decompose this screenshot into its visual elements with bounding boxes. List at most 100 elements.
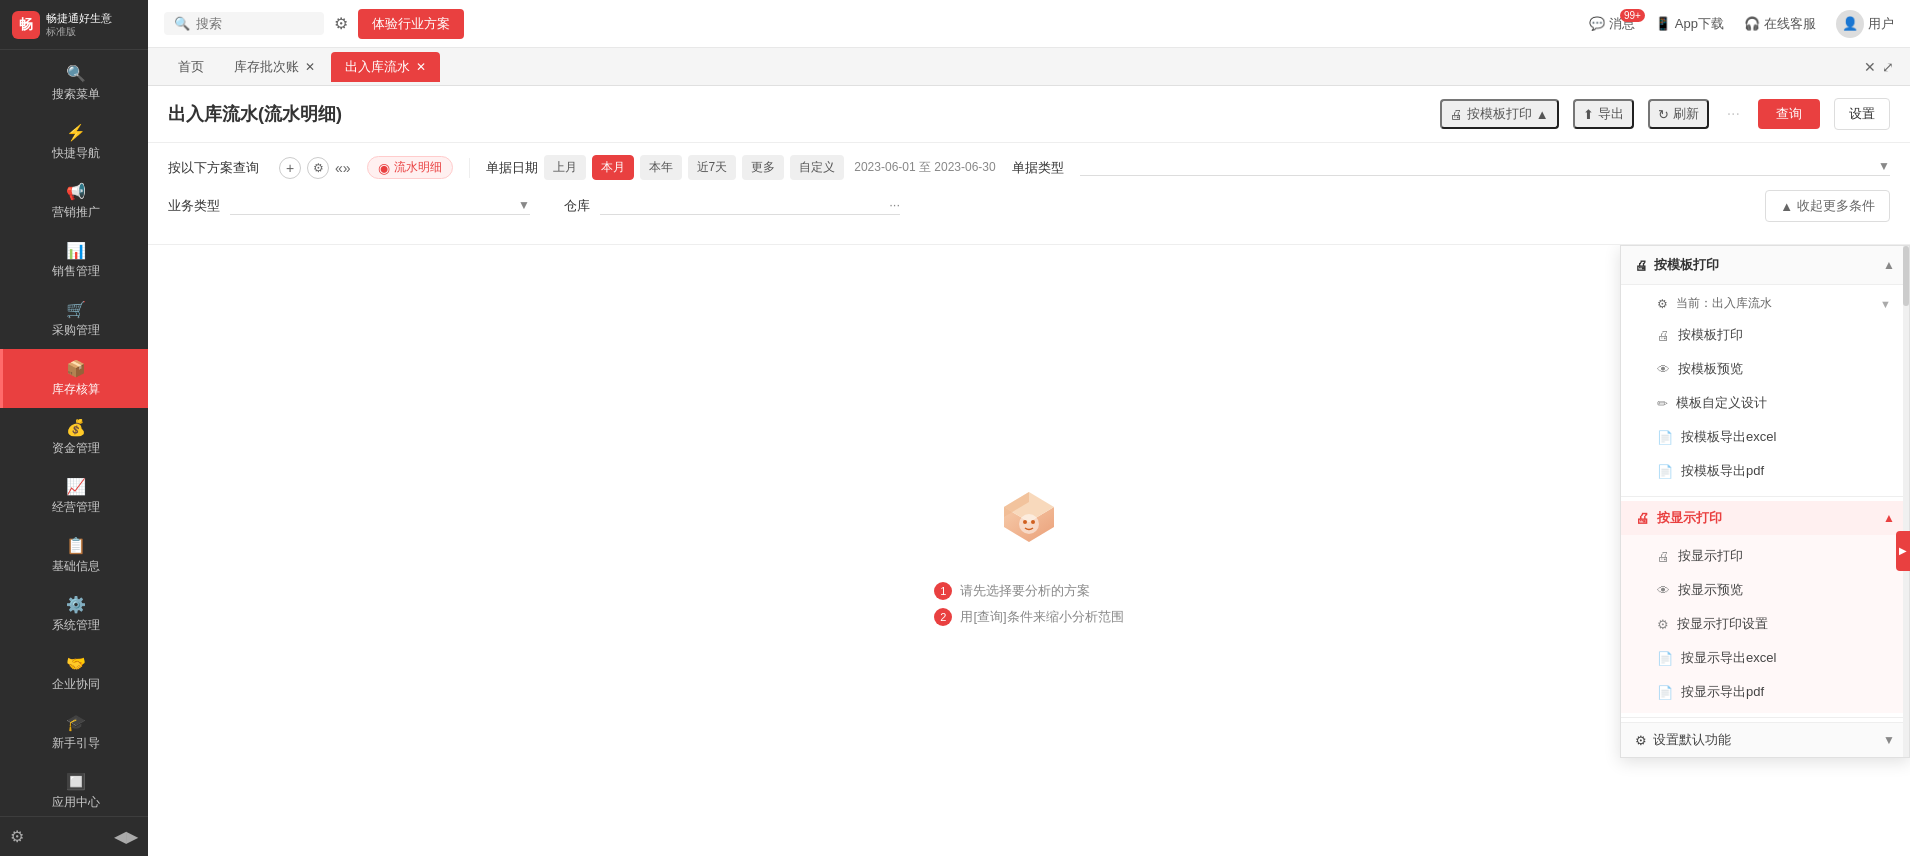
template-pdf-icon: 📄	[1657, 464, 1673, 479]
svg-point-5	[1031, 520, 1035, 524]
date-filter: 单据日期 上月 本月 本年 近7天 更多 自定义 2023-06-01 至 20…	[486, 155, 996, 180]
date-buttons: 单据日期 上月 本月 本年 近7天 更多 自定义 2023-06-01 至 20…	[486, 155, 996, 180]
query-button[interactable]: 查询	[1758, 99, 1820, 129]
dropdown-display-print-settings[interactable]: ⚙ 按显示打印设置	[1621, 607, 1909, 641]
print-template-button[interactable]: 🖨 按模板打印 ▲	[1440, 99, 1559, 129]
search-input[interactable]	[196, 16, 296, 31]
dropdown-template-print[interactable]: 🖨 按模板打印	[1621, 318, 1909, 352]
filter-settings-button[interactable]: ⚙	[307, 157, 329, 179]
tab-close-all-icon[interactable]: ✕	[1864, 59, 1876, 75]
dropdown-template-export-pdf[interactable]: 📄 按模板导出pdf	[1621, 454, 1909, 488]
guide-icon: 🎓	[66, 713, 86, 732]
empty-step-1: 1 请先选择要分析的方案	[934, 578, 1123, 604]
dropdown-display-group-header[interactable]: 🖨 按显示打印 ▲	[1621, 501, 1909, 535]
page-actions: 🖨 按模板打印 ▲ ⬆ 导出 ↻ 刷新 ··· 查询 设置	[1440, 98, 1890, 142]
svg-point-3	[1019, 514, 1039, 534]
refresh-icon: ↻	[1658, 107, 1669, 122]
date-btn-7days[interactable]: 近7天	[688, 155, 737, 180]
app-download-button[interactable]: 📱 App下载	[1655, 15, 1724, 33]
template-preview-icon: 👁	[1657, 362, 1670, 377]
content-area: 1 请先选择要分析的方案 2 用[查询]条件来缩小分析范围 🖨 按模板打印	[148, 245, 1910, 856]
dropdown-template-export-excel[interactable]: 📄 按模板导出excel	[1621, 420, 1909, 454]
main-content: 🔍 ⚙ 体验行业方案 💬 消息 99+ 📱 App下载 🎧 在线客服 👤 用户	[148, 0, 1910, 856]
tab-batch[interactable]: 库存批次账 ✕	[220, 52, 329, 82]
warehouse-more-icon[interactable]: ···	[889, 197, 900, 212]
template-excel-icon: 📄	[1657, 430, 1673, 445]
sidebar-item-sales[interactable]: 📊 销售管理	[0, 231, 148, 290]
topbar-right: 💬 消息 99+ 📱 App下载 🎧 在线客服 👤 用户	[1589, 10, 1894, 38]
scrollbar-track	[1903, 246, 1909, 757]
dropdown-display-preview[interactable]: 👁 按显示预览	[1621, 573, 1909, 607]
dropdown-template-preview[interactable]: 👁 按模板预览	[1621, 352, 1909, 386]
dropdown-bottom-arrow[interactable]: ▼	[1883, 733, 1895, 747]
collapse-bottom-icon[interactable]: ◀▶	[114, 827, 138, 846]
topbar-gear-icon[interactable]: ⚙	[334, 14, 348, 33]
sidebar-item-enterprise[interactable]: 🤝 企业协同	[0, 644, 148, 703]
trial-button[interactable]: 体验行业方案	[358, 9, 464, 39]
shortcut-icon: ⚡	[66, 123, 86, 142]
date-btn-custom[interactable]: 自定义	[790, 155, 844, 180]
dropdown-bottom: ⚙ 设置默认功能 ▼	[1621, 722, 1909, 757]
dropdown-header-arrow[interactable]: ▲	[1883, 258, 1895, 272]
sidebar-item-apps[interactable]: 🔲 应用中心	[0, 762, 148, 816]
message-button[interactable]: 💬 消息 99+	[1589, 15, 1635, 33]
topbar-search-box[interactable]: 🔍	[164, 12, 324, 35]
dropdown-template-custom[interactable]: ✏ 模板自定义设计	[1621, 386, 1909, 420]
sidebar-item-operation[interactable]: 📈 经营管理	[0, 467, 148, 526]
filter-add-button[interactable]: +	[279, 157, 301, 179]
filter-area: 按以下方案查询 + ⚙ «» ◉ 流水明细 单据日期 上月 本月 本年 近7天 …	[148, 143, 1910, 245]
date-btn-this-year[interactable]: 本年	[640, 155, 682, 180]
tab-home[interactable]: 首页	[164, 52, 218, 82]
empty-step-2: 2 用[查询]条件来缩小分析范围	[934, 604, 1123, 630]
display-excel-icon: 📄	[1657, 651, 1673, 666]
avatar-image: 👤	[1836, 10, 1864, 38]
display-settings-icon: ⚙	[1657, 617, 1669, 632]
tab-flow[interactable]: 出入库流水 ✕	[331, 52, 440, 82]
scrollbar-thumb[interactable]	[1903, 246, 1909, 306]
sidebar-item-basic[interactable]: 📋 基础信息	[0, 526, 148, 585]
filter-collapse-icon[interactable]: «»	[335, 160, 351, 176]
dropdown-default-function[interactable]: ⚙ 设置默认功能	[1635, 731, 1731, 749]
topbar: 🔍 ⚙ 体验行业方案 💬 消息 99+ 📱 App下载 🎧 在线客服 👤 用户	[148, 0, 1910, 48]
collapse-more-btn[interactable]: ▲ 收起更多条件	[1765, 190, 1890, 222]
date-btn-more[interactable]: 更多	[742, 155, 784, 180]
sidebar-item-system[interactable]: ⚙️ 系统管理	[0, 585, 148, 644]
tab-batch-close[interactable]: ✕	[305, 60, 315, 74]
tab-flow-close[interactable]: ✕	[416, 60, 426, 74]
print-dropdown-panel: 🖨 按模板打印 ▲ ⚙ 当前：出入库流水 ▼ 🖨 按模板打印 👁 按模板预览	[1620, 245, 1910, 758]
refresh-button[interactable]: ↻ 刷新	[1648, 99, 1709, 129]
settings-button[interactable]: 设置	[1834, 98, 1890, 130]
sidebar-item-shortcut[interactable]: ⚡ 快捷导航	[0, 113, 148, 172]
system-icon: ⚙️	[66, 595, 86, 614]
sidebar-item-finance[interactable]: 💰 资金管理	[0, 408, 148, 467]
display-group-arrow[interactable]: ▲	[1883, 511, 1895, 525]
settings-bottom-icon[interactable]: ⚙	[10, 827, 24, 846]
user-avatar[interactable]: 👤 用户	[1836, 10, 1894, 38]
dropdown-display-export-excel[interactable]: 📄 按显示导出excel	[1621, 641, 1909, 675]
svg-point-4	[1023, 520, 1027, 524]
sidebar-item-search[interactable]: 🔍 搜索菜单	[0, 54, 148, 113]
logo-text: 畅捷通好生意 标准版	[46, 11, 112, 38]
sidebar-item-inventory[interactable]: 📦 库存核算	[0, 349, 148, 408]
export-button[interactable]: ⬆ 导出	[1573, 99, 1634, 129]
date-btn-this-month[interactable]: 本月	[592, 155, 634, 180]
display-group-icon: 🖨	[1635, 510, 1649, 526]
search-icon: 🔍	[66, 64, 86, 83]
dropdown-display-print[interactable]: 🖨 按显示打印	[1621, 539, 1909, 573]
business-dropdown-arrow[interactable]: ▼	[518, 198, 530, 212]
online-service-button[interactable]: 🎧 在线客服	[1744, 15, 1816, 33]
date-btn-last-month[interactable]: 上月	[544, 155, 586, 180]
right-edge-button[interactable]: ▶	[1896, 531, 1910, 571]
empty-illustration	[984, 472, 1074, 562]
sidebar-item-guide[interactable]: 🎓 新手引导	[0, 703, 148, 762]
sidebar-logo: 畅 畅捷通好生意 标准版	[0, 0, 148, 50]
type-dropdown-arrow[interactable]: ▼	[1878, 159, 1890, 173]
tab-expand-icons: ✕ ⤢	[1864, 59, 1894, 75]
sidebar-item-purchase[interactable]: 🛒 采购管理	[0, 290, 148, 349]
purchase-icon: 🛒	[66, 300, 86, 319]
page-title: 出入库流水(流水明细)	[168, 102, 342, 138]
sidebar-item-marketing[interactable]: 📢 营销推广	[0, 172, 148, 231]
message-icon: 💬	[1589, 16, 1605, 31]
dropdown-display-export-pdf[interactable]: 📄 按显示导出pdf	[1621, 675, 1909, 709]
tab-maximize-icon[interactable]: ⤢	[1882, 59, 1894, 75]
